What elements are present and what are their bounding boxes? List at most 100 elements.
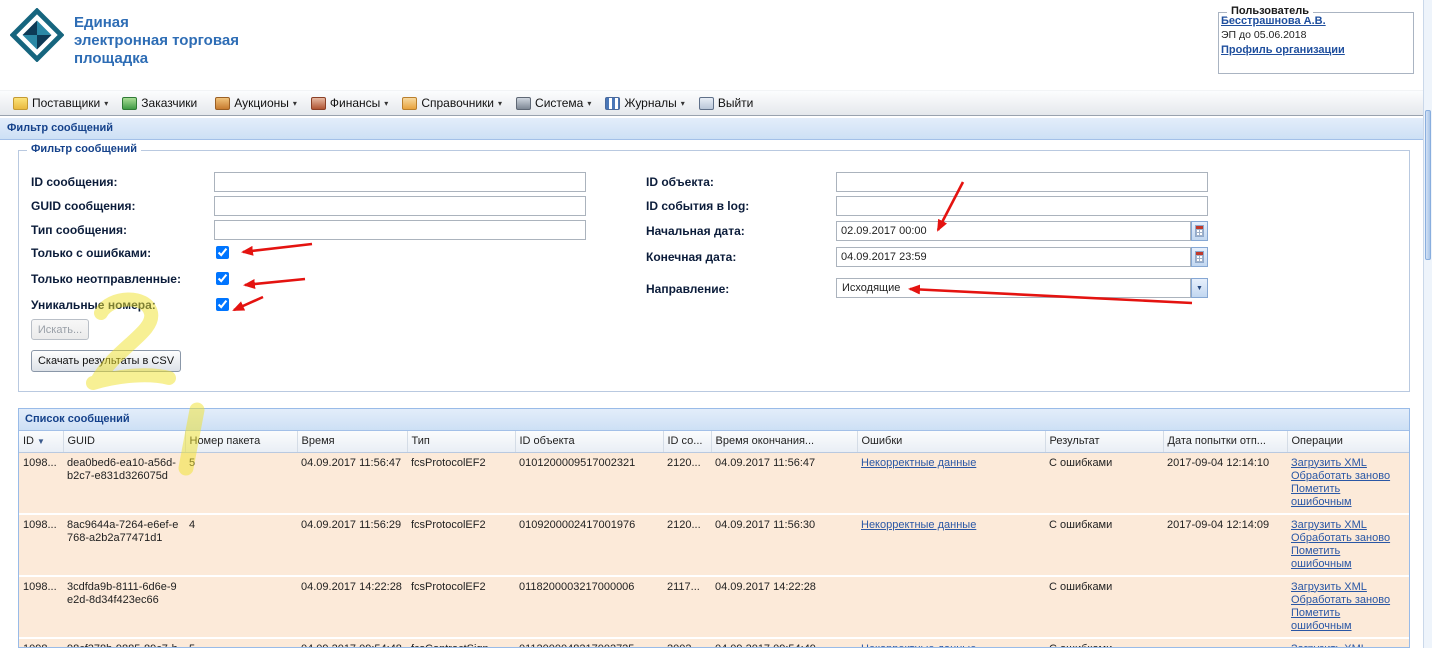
message-id-input[interactable] [214,172,586,192]
col-result[interactable]: Результат [1045,431,1164,453]
message-type-input[interactable] [214,220,586,240]
direction-dropdown-icon[interactable] [1191,278,1208,298]
vertical-scrollbar[interactable] [1423,0,1432,648]
error-details-link[interactable]: Некорректные данные [861,457,976,469]
object-id-input[interactable] [836,172,1208,192]
op-load-xml-link[interactable]: Загрузить XML [1291,457,1405,470]
nav-item-journals[interactable]: Журналы ▾ [598,93,691,113]
cell-packet: 4 [185,513,297,577]
col-end-time[interactable]: Время окончания... [711,431,858,453]
end-date-calendar-icon[interactable] [1191,247,1208,267]
cell-object-id: 0109200002417001976 [515,513,663,577]
cell-operations: Загрузить XML Обработать заново Пометить… [1287,513,1409,577]
message-id-label: ID сообщения: [31,175,118,189]
op-mark-error-link[interactable]: Пометить ошибочным [1291,483,1361,509]
cell-result: С ошибками [1045,575,1163,639]
op-load-xml-link[interactable]: Загрузить XML [1291,519,1405,532]
directories-folder-icon [402,96,418,110]
errors-only-checkbox[interactable] [216,246,229,259]
cell-type: fcsContractSign [407,637,515,647]
op-mark-error-link[interactable]: Пометить ошибочным [1291,607,1361,633]
finance-bank-icon [310,96,326,110]
cell-type: fcsProtocolEF2 [407,452,515,515]
cell-so-id: 2120... [663,513,711,577]
cell-so-id: 2120... [663,452,711,515]
nav-item-label: Журналы [624,96,677,110]
col-type[interactable]: Тип [407,431,516,453]
col-packet-number[interactable]: Номер пакета [185,431,298,453]
cell-so-id: 2002... [663,637,711,647]
cell-errors: Некорректные данные [857,637,1045,648]
col-attempt-date[interactable]: Дата попытки отп... [1163,431,1288,453]
cell-guid: 8ac9644a-7264-e6ef-e768-a2b2a77471d1 [63,513,185,577]
col-time[interactable]: Время [297,431,408,453]
col-guid[interactable]: GUID [63,431,186,453]
table-row[interactable]: 1098... 3cdfda9b-8111-6d6e-9e2d-8d34f423… [19,575,1409,639]
logo[interactable]: Единая электронная торговая площадка [10,6,310,76]
user-panel-title: Пользователь [1227,5,1314,17]
message-type-label: Тип сообщения: [31,223,127,237]
message-guid-label: GUID сообщения: [31,199,136,213]
logo-icon [10,8,64,62]
nav-item-logout[interactable]: Выйти [692,93,765,113]
chevron-down-icon: ▾ [384,98,389,108]
nav-item-system[interactable]: Система ▾ [509,93,598,113]
journals-bars-icon [605,96,621,110]
errors-only-label: Только с ошибками: [31,246,152,260]
col-id[interactable]: ID ▼ [19,431,64,453]
scrollbar-thumb[interactable] [1425,110,1431,260]
cell-guid: dea0bed6-ea10-a56d-b2c7-e831d326075d [63,452,185,515]
table-row[interactable]: 1098... 98cf378b-9885-89c7-b2d4-e831f2a6… [19,637,1409,648]
message-guid-input[interactable] [214,196,586,216]
cell-attempt-date [1163,637,1287,647]
col-so-id[interactable]: ID со... [663,431,712,453]
table-row[interactable]: 1098... dea0bed6-ea10-a56d-b2c7-e831d326… [19,452,1409,515]
logo-line-3: площадка [74,50,149,67]
cell-attempt-date: 2017-09-04 12:14:09 [1163,513,1287,577]
direction-select[interactable]: Исходящие [836,278,1191,298]
search-button[interactable]: Искать... [31,319,89,340]
op-load-xml-link[interactable]: Загрузить XML [1291,581,1405,594]
direction-label: Направление: [646,282,730,296]
download-csv-button[interactable]: Скачать результаты в CSV [31,350,181,372]
op-mark-error-link[interactable]: Пометить ошибочным [1291,545,1361,571]
nav-item-label: Система [535,96,584,110]
nav-item-finance[interactable]: Финансы ▾ [304,93,395,113]
sort-desc-icon: ▼ [37,437,45,447]
nav-item-auctions[interactable]: Аукционы ▾ [208,93,304,113]
start-date-calendar-icon[interactable] [1191,221,1208,241]
nav-item-customers[interactable]: Заказчики [115,93,208,113]
cell-result: С ошибками [1045,637,1163,647]
error-details-link[interactable]: Некорректные данные [861,519,976,531]
grid-title: Список сообщений [19,409,1409,431]
col-object-id[interactable]: ID объекта [515,431,664,453]
cell-operations: Загрузить XML Обработать заново Пометить… [1287,637,1409,648]
unsent-only-checkbox[interactable] [216,272,229,285]
nav-item-directories[interactable]: Справочники ▾ [395,93,509,113]
unique-numbers-checkbox[interactable] [216,298,229,311]
nav-item-label: Поставщики [32,96,101,110]
nav-item-suppliers[interactable]: Поставщики ▾ [6,93,115,113]
logo-text: Единая электронная торговая площадка [74,14,239,68]
user-cert-text: ЭП до 05.06.2018 [1221,29,1307,41]
start-date-input[interactable] [836,221,1191,241]
op-reprocess-link[interactable]: Обработать заново [1291,470,1405,483]
op-load-xml-link[interactable]: Загрузить XML [1291,643,1405,648]
filter-panel-legend: Фильтр сообщений [27,143,142,155]
cell-packet: 5 [185,452,297,515]
unsent-only-label: Только неотправленные: [31,272,181,286]
col-operations[interactable]: Операции [1287,431,1409,453]
error-details-link[interactable]: Некорректные данные [861,643,976,648]
cell-id: 1098... [19,452,63,515]
messages-panel: Список сообщений ID ▼ GUID Номер пакета В… [18,408,1410,648]
end-date-input[interactable] [836,247,1191,267]
col-errors[interactable]: Ошибки [857,431,1046,453]
cell-errors [857,575,1045,639]
log-event-id-input[interactable] [836,196,1208,216]
cell-guid: 98cf378b-9885-89c7-b2d4-e831f2a6c715 [63,637,185,647]
org-profile-link[interactable]: Профиль организации [1221,43,1413,57]
table-row[interactable]: 1098... 8ac9644a-7264-e6ef-e768-a2b2a774… [19,513,1409,577]
op-reprocess-link[interactable]: Обработать заново [1291,594,1405,607]
op-reprocess-link[interactable]: Обработать заново [1291,532,1405,545]
cell-operations: Загрузить XML Обработать заново Пометить… [1287,452,1409,515]
